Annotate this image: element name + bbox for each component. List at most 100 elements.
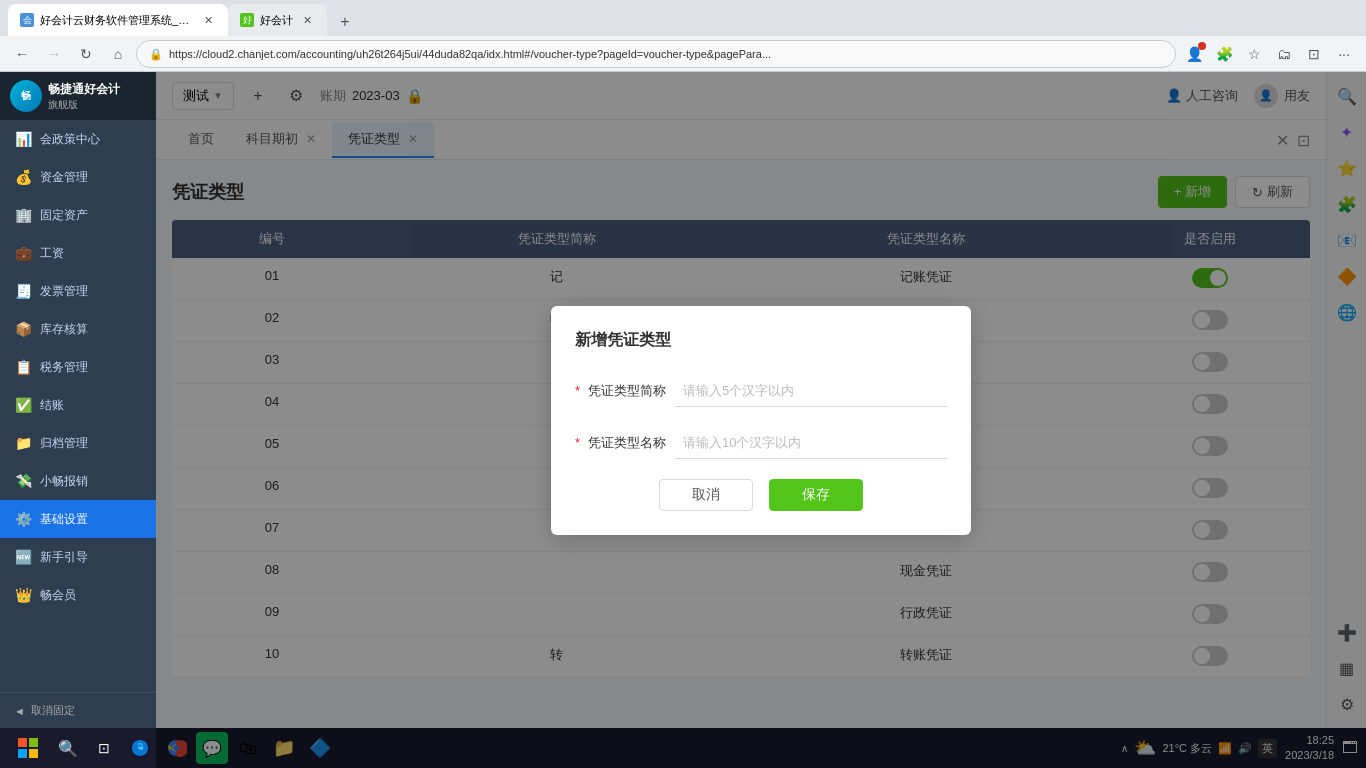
sidebar-item-checkout[interactable]: ✅ 结账 (0, 386, 156, 424)
sidebar-item-settings[interactable]: ⚙️ 基础设置 (0, 500, 156, 538)
pin-icon: ◄ (14, 705, 25, 717)
sidebar-label-finance: 资金管理 (40, 169, 88, 186)
sidebar-header: 畅 畅捷通好会计 旗舰版 (0, 72, 156, 120)
svg-rect-3 (29, 749, 38, 758)
svg-rect-1 (29, 738, 38, 747)
search-taskbar-button[interactable]: 🔍 (52, 732, 84, 764)
payroll-icon: 💼 (14, 244, 32, 262)
browser-tab-1[interactable]: 会 好会计云财务软件管理系统_会计 ✕ (8, 4, 228, 36)
sidebar-label-invoice: 发票管理 (40, 283, 88, 300)
expense-icon: 💸 (14, 472, 32, 490)
sidebar-label-dashboard: 会政策中心 (40, 131, 100, 148)
sidebar-item-tax[interactable]: 📋 税务管理 (0, 348, 156, 386)
tab-bar: 会 好会计云财务软件管理系统_会计 ✕ 好 好会计 ✕ + (0, 0, 1366, 36)
logo-text: 畅 (21, 89, 31, 103)
new-tab-button[interactable]: + (331, 8, 359, 36)
sidebar-item-expense[interactable]: 💸 小畅报销 (0, 462, 156, 500)
browser-actions: 👤 🧩 ☆ 🗂 ⊡ ··· (1180, 40, 1358, 68)
app-subtitle: 旗舰版 (48, 98, 120, 112)
home-button[interactable]: ⌂ (104, 40, 132, 68)
tax-icon: 📋 (14, 358, 32, 376)
sidebar-item-inventory[interactable]: 📦 库存核算 (0, 310, 156, 348)
sidebar-item-member[interactable]: 👑 畅会员 (0, 576, 156, 614)
dashboard-icon: 📊 (14, 130, 32, 148)
sidebar-footer[interactable]: ◄ 取消固定 (0, 692, 156, 728)
svg-rect-2 (18, 749, 27, 758)
favorites-button[interactable]: ☆ (1240, 40, 1268, 68)
sidebar-label-checkout: 结账 (40, 397, 64, 414)
tab-close-1[interactable]: ✕ (201, 12, 216, 28)
browser-chrome: 会 好会计云财务软件管理系统_会计 ✕ 好 好会计 ✕ + ← → ↻ ⌂ 🔒 … (0, 0, 1366, 72)
settings-icon: ⚙️ (14, 510, 32, 528)
url-text: https://cloud2.chanjet.com/accounting/uh… (169, 48, 1163, 60)
sidebar-label-member: 畅会员 (40, 587, 76, 604)
assets-icon: 🏢 (14, 206, 32, 224)
required-mark-2: * (575, 435, 580, 450)
sidebar-item-invoice[interactable]: 🧾 发票管理 (0, 272, 156, 310)
collections-button[interactable]: 🗂 (1270, 40, 1298, 68)
finance-icon: 💰 (14, 168, 32, 186)
modal-overlay: 新增凭证类型 * 凭证类型简称 * 凭证类型名称 (156, 160, 1326, 728)
tab-label-1: 好会计云财务软件管理系统_会计 (40, 13, 195, 28)
url-bar[interactable]: 🔒 https://cloud2.chanjet.com/accounting/… (136, 40, 1176, 68)
profile-button[interactable]: 👤 (1180, 40, 1208, 68)
extensions-button[interactable]: 🧩 (1210, 40, 1238, 68)
cancel-button[interactable]: 取消 (659, 479, 753, 511)
sidebar-label-inventory: 库存核算 (40, 321, 88, 338)
sidebar-label-guide: 新手引导 (40, 549, 88, 566)
name-label: * 凭证类型名称 (575, 434, 675, 452)
main-content: 凭证类型 + 新增 ↻ 刷新 编号 凭证类型简称 凭证类型名称 是否启用 (156, 160, 1326, 728)
tab-favicon-1: 会 (20, 13, 34, 27)
task-view-button[interactable]: ⊡ (88, 732, 120, 764)
footer-label: 取消固定 (31, 703, 75, 718)
form-row-name: * 凭证类型名称 (575, 427, 947, 459)
tab-favicon-2: 好 (240, 13, 254, 27)
abbr-input[interactable] (675, 375, 947, 407)
sidebar-label-expense: 小畅报销 (40, 473, 88, 490)
sidebar-label-settings: 基础设置 (40, 511, 88, 528)
notification-badge (1198, 42, 1206, 50)
member-icon: 👑 (14, 586, 32, 604)
content-area: 测试 ▼ + ⚙ 账期 2023-03 🔒 👤 人工咨询 👤 用友 (156, 72, 1326, 728)
sidebar-label-archive: 归档管理 (40, 435, 88, 452)
required-mark: * (575, 383, 580, 398)
sidebar-nav: 📊 会政策中心 💰 资金管理 🏢 固定资产 💼 工资 🧾 发票管理 📦 (0, 120, 156, 692)
sidebar-item-payroll[interactable]: 💼 工资 (0, 234, 156, 272)
save-button[interactable]: 保存 (769, 479, 863, 511)
start-button[interactable] (8, 732, 48, 764)
forward-button[interactable]: → (40, 40, 68, 68)
checkout-icon: ✅ (14, 396, 32, 414)
sidebar-label-assets: 固定资产 (40, 207, 88, 224)
abbr-label: * 凭证类型简称 (575, 382, 675, 400)
tab-label-2: 好会计 (260, 13, 293, 28)
sidebar: 畅 畅捷通好会计 旗舰版 📊 会政策中心 💰 资金管理 🏢 固定资产 💼 (0, 72, 156, 728)
sidebar-label-tax: 税务管理 (40, 359, 88, 376)
reload-button[interactable]: ↻ (72, 40, 100, 68)
more-button[interactable]: ··· (1330, 40, 1358, 68)
modal-footer: 取消 保存 (575, 479, 947, 511)
browser-tab-2[interactable]: 好 好会计 ✕ (228, 4, 327, 36)
lock-icon: 🔒 (149, 48, 163, 61)
guide-icon: 🆕 (14, 548, 32, 566)
address-bar: ← → ↻ ⌂ 🔒 https://cloud2.chanjet.com/acc… (0, 36, 1366, 72)
sidebar-item-assets[interactable]: 🏢 固定资产 (0, 196, 156, 234)
new-voucher-type-modal: 新增凭证类型 * 凭证类型简称 * 凭证类型名称 (551, 306, 971, 535)
sidebar-item-dashboard[interactable]: 📊 会政策中心 (0, 120, 156, 158)
sidebar-item-finance[interactable]: 💰 资金管理 (0, 158, 156, 196)
tab-close-2[interactable]: ✕ (299, 12, 315, 28)
form-row-abbr: * 凭证类型简称 (575, 375, 947, 407)
modal-title: 新增凭证类型 (575, 330, 947, 351)
sidebar-label-payroll: 工资 (40, 245, 64, 262)
app-title: 畅捷通好会计 (48, 81, 120, 98)
sidebar-item-archive[interactable]: 📁 归档管理 (0, 424, 156, 462)
zoom-button[interactable]: ⊡ (1300, 40, 1328, 68)
sidebar-item-guide[interactable]: 🆕 新手引导 (0, 538, 156, 576)
archive-icon: 📁 (14, 434, 32, 452)
back-button[interactable]: ← (8, 40, 36, 68)
svg-rect-0 (18, 738, 27, 747)
name-input[interactable] (675, 427, 947, 459)
edge-app[interactable] (124, 732, 156, 764)
invoice-icon: 🧾 (14, 282, 32, 300)
app-logo: 畅 (10, 80, 42, 112)
inventory-icon: 📦 (14, 320, 32, 338)
